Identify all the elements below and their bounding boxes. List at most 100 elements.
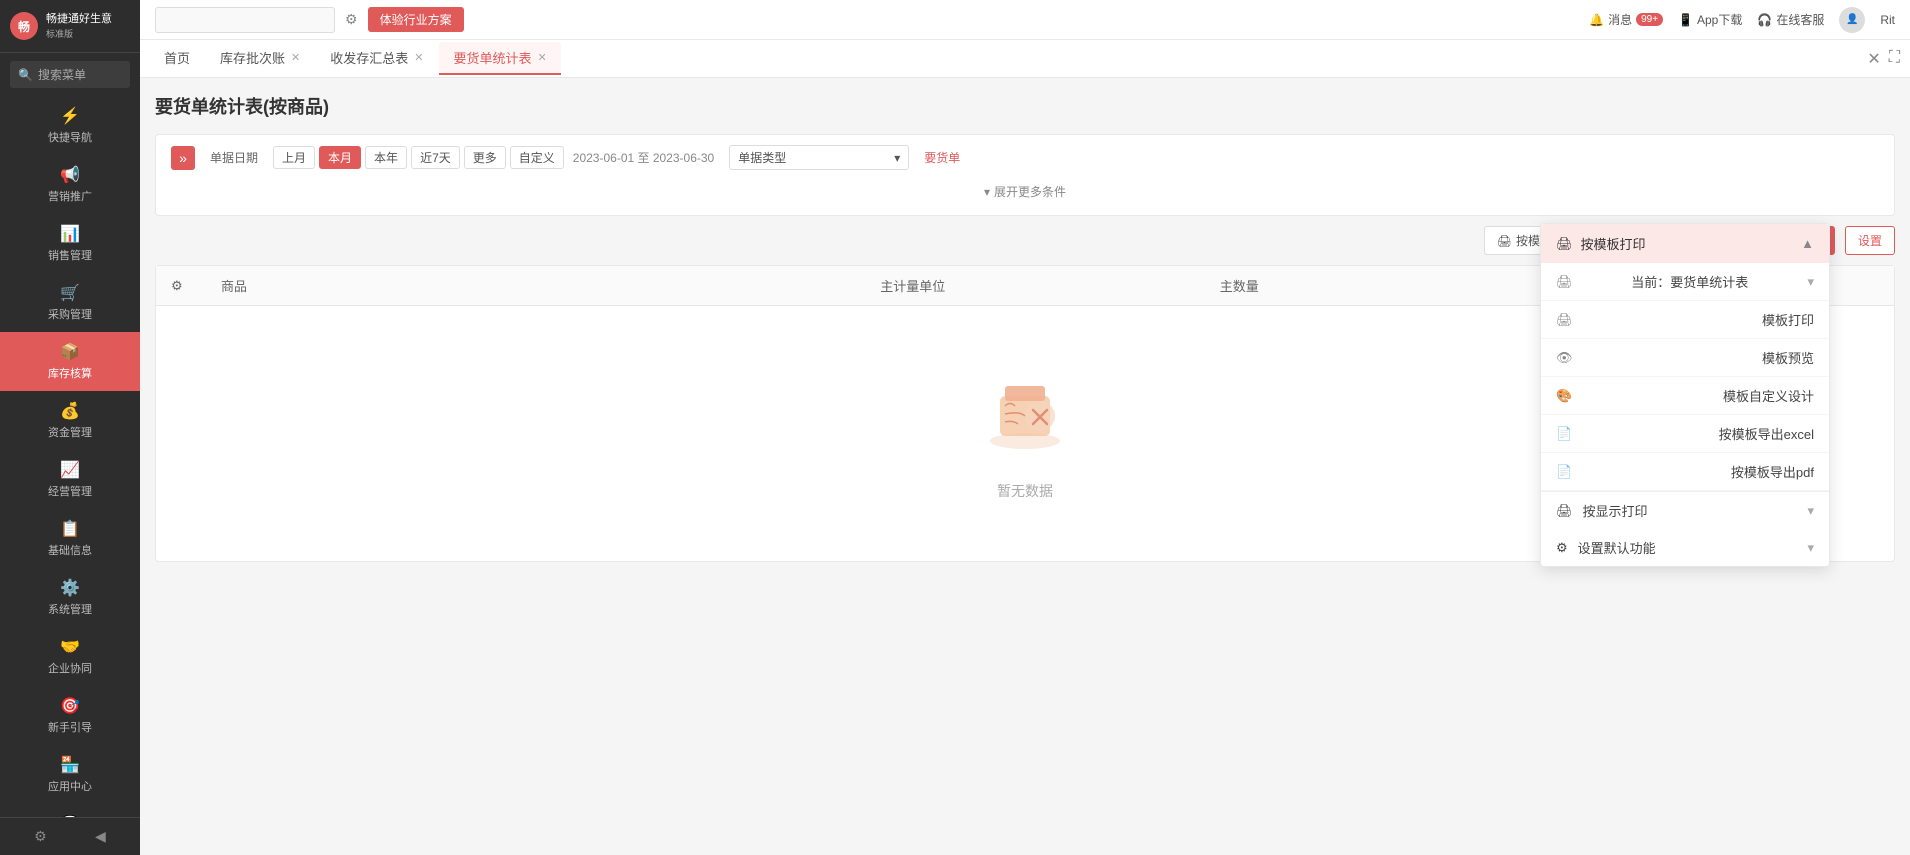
sidebar-item-operation[interactable]: 📈 经营管理	[0, 450, 140, 509]
print-dropdown-header: 🖨 按模板打印 ▲	[1541, 224, 1829, 263]
template-preview-icon: 👁	[1556, 350, 1572, 366]
set-default-arrow: ▾	[1807, 540, 1814, 556]
window-expand-btn[interactable]: ⛶	[1889, 49, 1900, 69]
settings-button[interactable]: 设置	[1845, 226, 1895, 255]
sidebar-item-sales[interactable]: 📊 销售管理	[0, 214, 140, 273]
template-print-item[interactable]: 🖨 模板打印	[1541, 301, 1829, 339]
sidebar-item-quicknav[interactable]: ⚡ 快捷导航	[0, 96, 140, 155]
display-print-arrow: ▾	[1807, 503, 1814, 519]
online-service-item[interactable]: 🎧 在线客服	[1757, 11, 1824, 28]
date-filter-label: 单据日期	[210, 149, 258, 166]
sidebar-item-basic[interactable]: 📋 基础信息	[0, 509, 140, 568]
tabs-bar: 首页 库存批次账 ✕ 收发存汇总表 ✕ 要货单统计表 ✕ ✕ ⛶	[140, 40, 1910, 78]
tab-home[interactable]: 首页	[150, 42, 204, 75]
app-download-item[interactable]: 📱 App下载	[1678, 11, 1742, 28]
table-col-unit: 主计量单位	[880, 276, 1200, 295]
date-btn-last-month[interactable]: 上月	[273, 146, 315, 169]
service-icon: 🎧	[1757, 13, 1772, 27]
tab-batch[interactable]: 库存批次账 ✕	[206, 42, 314, 75]
page-title: 要货单统计表(按商品)	[155, 93, 1895, 119]
template-custom-item[interactable]: 🎨 模板自定义设计	[1541, 377, 1829, 415]
sidebar-item-purchase[interactable]: 🛒 采购管理	[0, 273, 140, 332]
tab-order-stats[interactable]: 要货单统计表 ✕	[439, 42, 560, 75]
download-icon: 📱	[1678, 13, 1693, 27]
current-template-arrow: ▾	[1807, 274, 1814, 290]
expand-conditions-btn[interactable]: ▾ 展开更多条件	[171, 178, 1879, 205]
type-select[interactable]: 单据类型 ▾	[729, 145, 909, 170]
sidebar: 畅 畅捷通好生意 标准版 🔍 搜索菜单 ⚡ 快捷导航 📢 营销推广 📊 销售管理…	[0, 0, 140, 855]
display-print-item[interactable]: 🖨 按显示打印 ▾	[1541, 492, 1829, 529]
date-btn-this-year[interactable]: 本年	[365, 146, 407, 169]
search-menu-button[interactable]: 🔍 搜索菜单	[10, 61, 130, 88]
tab-collection-close[interactable]: ✕	[414, 51, 423, 64]
trial-button[interactable]: 体验行业方案	[368, 7, 464, 32]
username-label: Rit	[1880, 13, 1895, 27]
page-content: 要货单统计表(按商品) » 单据日期 上月 本月 本年 近7天 更多 自定义 2…	[140, 78, 1910, 855]
window-close-btn[interactable]: ✕	[1867, 49, 1880, 69]
app-badge: 标准版	[46, 27, 112, 40]
bell-icon: 🔔	[1589, 13, 1604, 27]
export-excel-icon: 📄	[1556, 426, 1572, 442]
tab-batch-close[interactable]: ✕	[291, 51, 300, 64]
inventory-icon: 📦	[60, 342, 80, 362]
operation-icon: 📈	[60, 460, 80, 480]
topbar: ⚙ 体验行业方案 🔔 消息 99+ 📱 App下载 🎧 在线客服 👤 Rit	[140, 0, 1910, 40]
notification-item[interactable]: 🔔 消息 99+	[1589, 11, 1663, 28]
goods-label: 要货单	[924, 149, 960, 166]
app-logo: 畅 畅捷通好生意 标准版	[0, 0, 140, 53]
template-export-pdf-item[interactable]: 📄 按模板导出pdf	[1541, 453, 1829, 491]
logo-icon: 畅	[10, 12, 38, 40]
tab-collection[interactable]: 收发存汇总表 ✕	[316, 42, 437, 75]
app-name: 畅捷通好生意	[46, 12, 112, 26]
quicknav-icon: ⚡	[60, 106, 80, 126]
sidebar-item-inventory[interactable]: 📦 库存核算	[0, 332, 140, 391]
tab-order-stats-close[interactable]: ✕	[538, 51, 547, 64]
template-print-icon: 🖨	[1556, 312, 1572, 328]
table-col-qty: 主数量	[1220, 276, 1540, 295]
table-col-product: 商品	[221, 276, 860, 295]
sidebar-item-system[interactable]: ⚙️ 系统管理	[0, 568, 140, 627]
template-export-excel-item[interactable]: 📄 按模板导出excel	[1541, 415, 1829, 453]
sidebar-item-guide[interactable]: 🎯 新手引导	[0, 686, 140, 745]
topbar-search-input[interactable]	[155, 7, 335, 33]
sidebar-item-collab[interactable]: 🤝 企业协同	[0, 627, 140, 686]
settings-footer-icon[interactable]: ⚙	[34, 828, 47, 845]
collapse-sidebar-icon[interactable]: ◀	[95, 828, 106, 845]
sidebar-footer: ⚙ ◀	[0, 817, 140, 855]
export-pdf-icon: 📄	[1556, 464, 1572, 480]
template-preview-item[interactable]: 👁 模板预览	[1541, 339, 1829, 377]
system-icon: ⚙️	[60, 578, 80, 598]
sidebar-search-area: 🔍 搜索菜单	[0, 53, 140, 96]
date-btn-this-month[interactable]: 本月	[319, 146, 361, 169]
main-area: ⚙ 体验行业方案 🔔 消息 99+ 📱 App下载 🎧 在线客服 👤 Rit	[140, 0, 1910, 855]
sidebar-item-wechat[interactable]: 💬 企业微信	[0, 804, 140, 817]
filter-bar: » 单据日期 上月 本月 本年 近7天 更多 自定义 2023-06-01 至 …	[155, 134, 1895, 216]
table-col-settings[interactable]: ⚙	[171, 278, 201, 294]
current-template-icon: 🖨	[1556, 274, 1572, 290]
date-btn-custom[interactable]: 自定义	[510, 146, 564, 169]
collab-icon: 🤝	[60, 637, 80, 657]
set-default-icon: ⚙	[1556, 540, 1568, 556]
current-template-item[interactable]: 🖨 当前：要货单统计表 ▾	[1541, 263, 1829, 301]
sidebar-item-finance[interactable]: 💰 资金管理	[0, 391, 140, 450]
set-default-item[interactable]: ⚙ 设置默认功能 ▾	[1541, 529, 1829, 566]
display-print-icon: 🖨	[1556, 503, 1573, 519]
appstore-icon: 🏪	[60, 755, 80, 775]
purchase-icon: 🛒	[60, 283, 80, 303]
marketing-icon: 📢	[60, 165, 80, 185]
print-dropdown-close-icon[interactable]: ▲	[1801, 236, 1814, 251]
sidebar-item-appstore[interactable]: 🏪 应用中心	[0, 745, 140, 804]
sidebar-item-marketing[interactable]: 📢 营销推广	[0, 155, 140, 214]
notification-badge: 99+	[1636, 13, 1663, 26]
date-btn-7days[interactable]: 近7天	[411, 146, 460, 169]
printer-icon: 🖨	[1497, 234, 1512, 248]
date-range-label: 2023-06-01 至 2023-06-30	[573, 149, 714, 166]
date-buttons: 上月 本月 本年 近7天 更多 自定义 2023-06-01 至 2023-06…	[273, 146, 714, 169]
date-btn-more[interactable]: 更多	[464, 146, 506, 169]
topbar-gear-icon[interactable]: ⚙	[345, 11, 358, 28]
filter-expand-icon[interactable]: »	[171, 146, 195, 170]
finance-icon: 💰	[60, 401, 80, 421]
print-dropdown-title: 🖨 按模板打印	[1556, 234, 1646, 253]
user-avatar[interactable]: 👤	[1839, 7, 1865, 33]
empty-text: 暂无数据	[997, 481, 1053, 501]
